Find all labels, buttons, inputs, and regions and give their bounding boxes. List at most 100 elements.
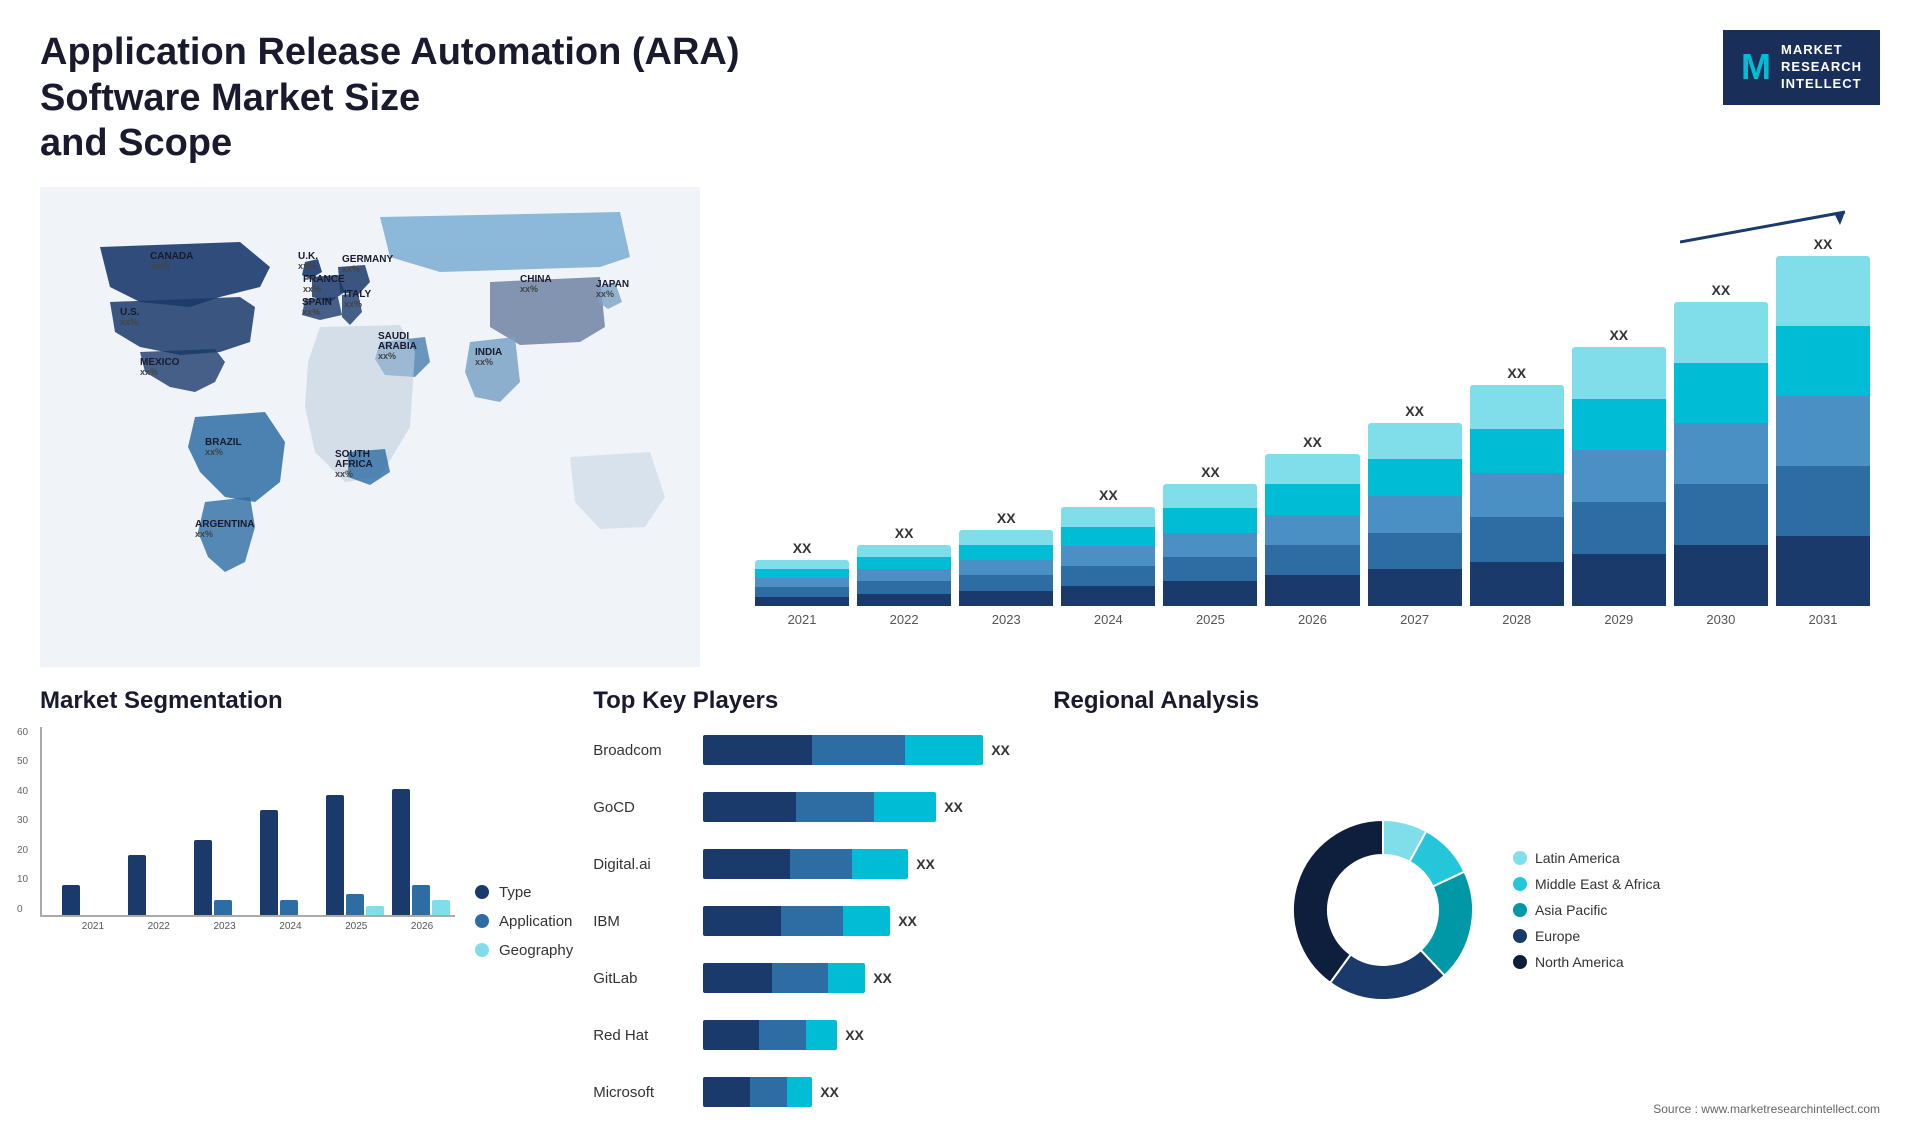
bar-segment [959, 575, 1053, 590]
regional-area: Regional Analysis Latin America Middle E… [1053, 687, 1880, 1116]
bar-segment [1572, 347, 1666, 399]
players-area: Top Key Players BroadcomXXGoCDXXDigital.… [593, 687, 1033, 1116]
y-axis-label: 50 [17, 756, 28, 767]
bar-year-label: 2021 [788, 612, 817, 627]
bar-segment [755, 597, 849, 606]
player-bar-seg1 [703, 1020, 759, 1050]
svg-text:xx%: xx% [520, 284, 538, 294]
bar-segment [1776, 256, 1870, 326]
bar-year-label: 2029 [1604, 612, 1633, 627]
player-row: Red Hat XX [593, 1020, 1033, 1050]
player-name: GoCD [593, 799, 693, 816]
legend-item: Geography [475, 942, 573, 959]
seg-bar-group [128, 855, 186, 915]
seg-bar-segment [432, 900, 450, 915]
regional-legend-label: Middle East & Africa [1535, 876, 1660, 892]
regional-legend-label: North America [1535, 954, 1624, 970]
bar-stack [1572, 347, 1666, 606]
svg-text:xx%: xx% [342, 264, 360, 274]
bar-segment [1470, 517, 1564, 561]
bar-stack [1470, 385, 1564, 606]
x-axis-label: 2024 [279, 921, 301, 932]
seg-bar-group [62, 885, 120, 915]
player-name: IBM [593, 913, 693, 930]
bar-year-label: 2024 [1094, 612, 1123, 627]
bar-segment [857, 545, 951, 557]
bar-top-label: XX [1405, 403, 1424, 419]
seg-bar-segment [392, 789, 410, 915]
bar-segment [1572, 554, 1666, 606]
bar-stack [959, 530, 1053, 606]
y-axis-label: 0 [17, 904, 28, 915]
bar-segment [1163, 484, 1257, 508]
svg-text:xx%: xx% [378, 351, 396, 361]
bar-top-label: XX [895, 525, 914, 541]
regional-legend-item: Asia Pacific [1513, 902, 1660, 918]
bar-segment [1776, 396, 1870, 466]
bar-segment [1163, 533, 1257, 557]
bar-segment [1572, 399, 1666, 451]
svg-text:xx%: xx% [475, 357, 493, 367]
seg-bar-segment [128, 855, 146, 915]
bar-group: XX2026 [1265, 434, 1359, 627]
page-title: Application Release Automation (ARA) Sof… [40, 30, 790, 167]
svg-text:xx%: xx% [152, 261, 170, 271]
bar-segment [1265, 545, 1359, 575]
bar-segment [1368, 569, 1462, 606]
bar-top-label: XX [1303, 434, 1322, 450]
regional-legend-item: Middle East & Africa [1513, 876, 1660, 892]
player-bar-seg1 [703, 849, 790, 879]
bar-segment [1470, 429, 1564, 473]
bar-segment [857, 581, 951, 593]
seg-bar-chart: 0102030405060202120222023202420252026 [40, 727, 455, 1116]
bar-segment [959, 591, 1053, 606]
logo-text: MARKET RESEARCH INTELLECT [1781, 42, 1862, 93]
player-name: Digital.ai [593, 856, 693, 873]
bar-stack [1674, 302, 1768, 606]
segmentation-title: Market Segmentation [40, 687, 573, 715]
bar-segment [1368, 459, 1462, 496]
player-bar-seg2 [796, 792, 874, 822]
regional-title: Regional Analysis [1053, 687, 1880, 715]
player-name: GitLab [593, 970, 693, 987]
bar-segment [755, 578, 849, 587]
regional-legend: Latin America Middle East & Africa Asia … [1513, 850, 1660, 970]
seg-bar-segment [194, 840, 212, 915]
svg-text:xx%: xx% [303, 284, 321, 294]
svg-text:xx%: xx% [596, 289, 614, 299]
player-xx-label: XX [898, 913, 917, 929]
regional-legend-label: Latin America [1535, 850, 1620, 866]
top-section: CANADA xx% U.S. xx% MEXICO xx% BRAZIL xx… [40, 187, 1880, 667]
y-axis-label: 20 [17, 845, 28, 856]
bar-segment [1674, 423, 1768, 484]
bar-segment [857, 569, 951, 581]
legend-item: Type [475, 884, 573, 901]
chart-trend-arrow [1680, 207, 1860, 247]
player-name: Red Hat [593, 1027, 693, 1044]
source-text: Source : www.marketresearchintellect.com [1053, 1102, 1880, 1116]
bar-stack [1776, 256, 1870, 606]
player-row: MicrosoftXX [593, 1077, 1033, 1107]
player-bar-container: XX [703, 735, 1033, 765]
player-list: BroadcomXXGoCDXXDigital.aiXXIBMXXGitLabX… [593, 727, 1033, 1116]
player-row: BroadcomXX [593, 735, 1033, 765]
x-axis-label: 2022 [148, 921, 170, 932]
bar-segment [1163, 508, 1257, 532]
regional-legend-item: Latin America [1513, 850, 1660, 866]
y-axis-label: 40 [17, 786, 28, 797]
bar-segment [1776, 466, 1870, 536]
regional-dot [1513, 877, 1527, 891]
bar-top-label: XX [793, 540, 812, 556]
bar-stack [857, 545, 951, 606]
bar-top-label: XX [1201, 464, 1220, 480]
seg-bar-group [194, 840, 252, 915]
svg-text:xx%: xx% [298, 261, 316, 271]
bar-segment [1674, 363, 1768, 424]
seg-chart-container: 0102030405060202120222023202420252026 Ty… [40, 727, 573, 1116]
bar-segment [1776, 536, 1870, 606]
bar-segment [1470, 562, 1564, 606]
regional-dot [1513, 903, 1527, 917]
player-xx-label: XX [845, 1027, 864, 1043]
donut-segment [1293, 820, 1383, 983]
bar-segment [1265, 575, 1359, 605]
